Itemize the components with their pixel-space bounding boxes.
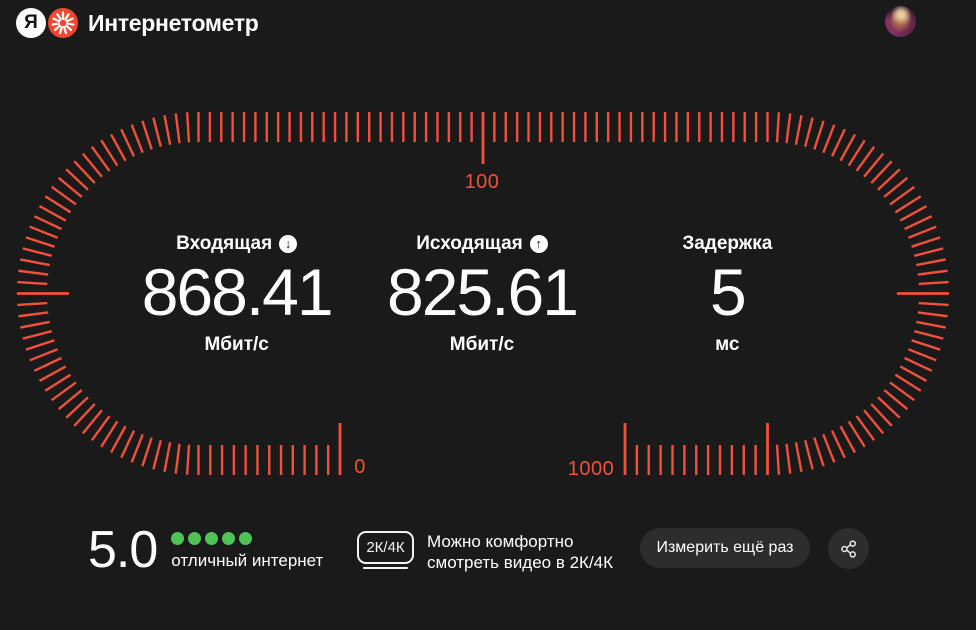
tv-screen-badge: 2К/4К: [357, 531, 414, 564]
metrics-row: Входящая ↓ 868.41 Мбит/с Исходящая ↑ 825…: [114, 233, 850, 356]
upload-value: 825.61: [387, 255, 579, 329]
download-arrow-icon: ↓: [279, 235, 298, 253]
rating-score: 5.0: [88, 521, 158, 579]
download-label-row: Входящая ↓: [114, 233, 359, 254]
download-unit: Мбит/с: [204, 334, 269, 355]
metric-latency: Задержка 5 мс: [605, 233, 850, 356]
tv-stand: [363, 567, 408, 569]
tv-icon: 2К/4К: [357, 531, 414, 569]
upload-label-row: Исходящая ↑: [359, 233, 604, 254]
retry-button[interactable]: Измерить ещё раз: [640, 528, 810, 568]
latency-label-row: Задержка: [605, 233, 850, 254]
rating-caption: отличный интернет: [171, 551, 324, 570]
latency-label: Задержка: [682, 233, 773, 254]
metric-download: Входящая ↓ 868.41 Мбит/с: [114, 233, 359, 356]
rating-dots: [171, 532, 323, 545]
rating-detail: отличный интернет: [171, 527, 323, 573]
quality-block: 2К/4К Можно комфортно смотреть видео в 2…: [357, 531, 613, 573]
download-label: Входящая: [176, 233, 273, 254]
gauge-label-start: 0: [354, 456, 366, 478]
quality-text-line2: смотреть видео в 2К/4К: [427, 553, 614, 572]
gauge-label-end: 1000: [567, 458, 615, 480]
share-icon: [840, 539, 856, 558]
gauge-label-mid: 100: [464, 171, 500, 193]
rating-block: 5.0 отличный интернет: [88, 521, 323, 579]
upload-label: Исходящая: [416, 233, 523, 254]
latency-unit: мс: [715, 334, 740, 355]
quality-text-line1: Можно комфортно: [427, 532, 574, 551]
share-button[interactable]: [828, 528, 869, 569]
quality-text: Можно комфортно смотреть видео в 2К/4К: [427, 531, 613, 573]
latency-value: 5: [709, 255, 747, 329]
upload-unit: Мбит/с: [449, 334, 515, 355]
upload-arrow-icon: ↑: [529, 235, 548, 253]
download-value: 868.41: [141, 255, 334, 329]
metric-upload: Исходящая ↑ 825.61 Мбит/с: [359, 233, 604, 356]
